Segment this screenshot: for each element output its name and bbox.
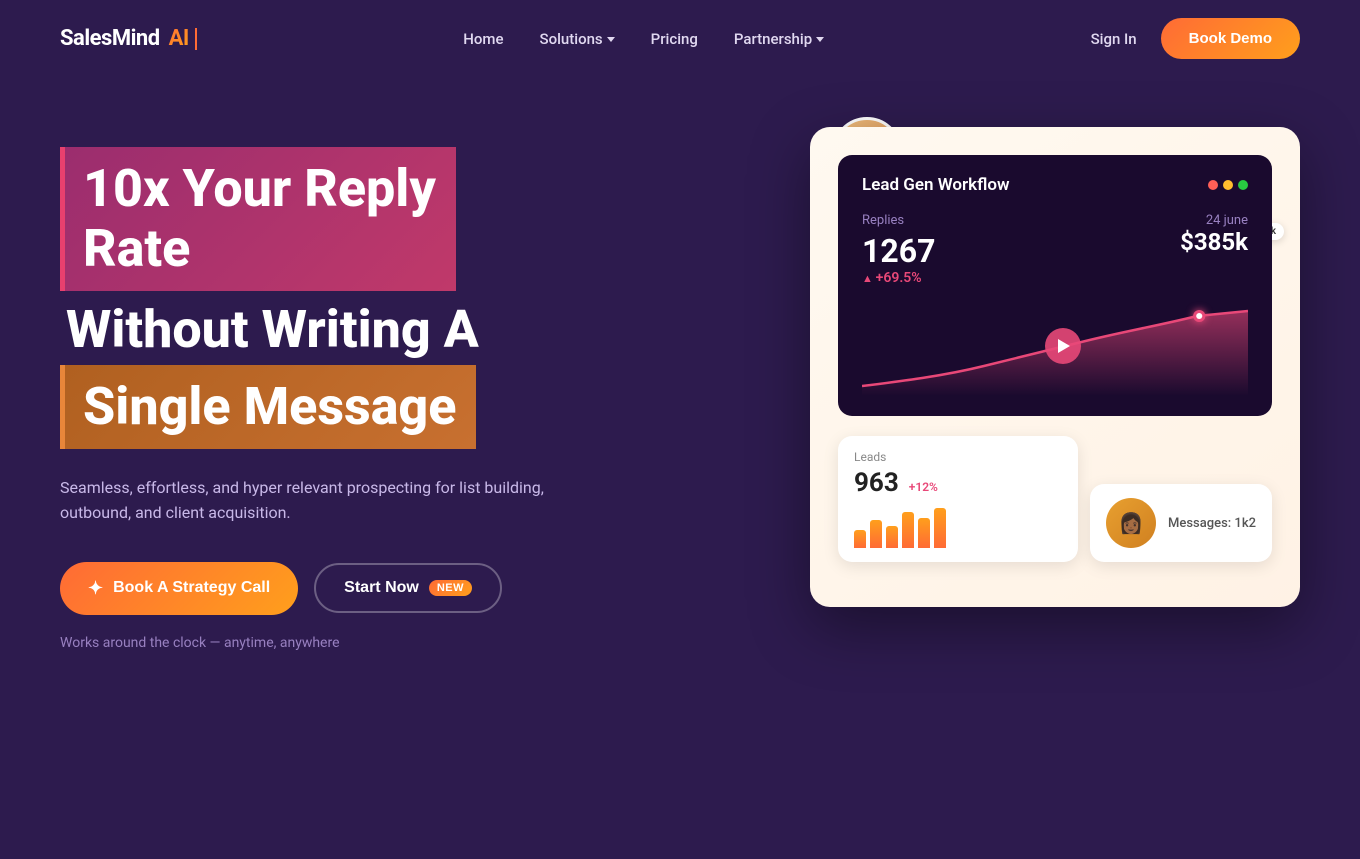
workflow-dots xyxy=(1208,180,1248,190)
mini-bar-6 xyxy=(934,508,946,548)
logo-ai: AI xyxy=(164,26,189,51)
messages-label: Messages: 1k2 xyxy=(1168,516,1256,531)
nav-partnership[interactable]: Partnership xyxy=(734,30,824,48)
dot-yellow-icon xyxy=(1223,180,1233,190)
leads-mini-count-row: 963 +12% xyxy=(854,468,1062,498)
book-demo-button[interactable]: Book Demo xyxy=(1161,18,1300,59)
leads-mini-label: Leads xyxy=(854,450,1062,464)
hero-subtitle: Seamless, effortless, and hyper relevant… xyxy=(60,475,560,526)
start-now-button[interactable]: Start Now NEW xyxy=(314,563,502,613)
logo-bar-icon xyxy=(195,28,197,50)
dashboard-card: 👩‍💼 Pipeline: $120k Lead Gen Workflow Re… xyxy=(810,127,1300,607)
amount: $385k xyxy=(1180,228,1248,256)
nav-pricing[interactable]: Pricing xyxy=(651,30,698,48)
nav-links: Home Solutions Pricing Partnership xyxy=(463,29,824,48)
chart-end-dot-inner xyxy=(1196,313,1202,319)
date-col: 24 june $385k xyxy=(1180,213,1248,256)
mini-bar-5 xyxy=(918,518,930,548)
nav-home[interactable]: Home xyxy=(463,30,503,48)
hero-left: 10x Your Reply Rate Without Writing A Si… xyxy=(60,127,700,651)
play-button[interactable] xyxy=(1045,328,1081,364)
hero-note: Works around the clock — anytime, anywhe… xyxy=(60,635,700,651)
replies-row: Replies 1267 +69.5% 24 june $385k xyxy=(862,213,1248,286)
workflow-header: Lead Gen Workflow xyxy=(862,175,1248,195)
sign-in-link[interactable]: Sign In xyxy=(1091,30,1137,48)
nav-solutions[interactable]: Solutions xyxy=(540,30,615,48)
workflow-card: Lead Gen Workflow Replies 1267 +69.5% 2 xyxy=(838,155,1272,416)
headline-line1: 10x Your Reply Rate xyxy=(60,147,456,291)
book-strategy-button[interactable]: ✦ Book A Strategy Call xyxy=(60,562,298,615)
sparkle-icon: ✦ xyxy=(88,578,103,599)
leads-mini-count: 963 xyxy=(854,468,899,498)
hero-section: 10x Your Reply Rate Without Writing A Si… xyxy=(0,77,1360,691)
headline-line2: Without Writing A xyxy=(60,295,700,365)
mini-bar-1 xyxy=(854,530,866,548)
play-icon xyxy=(1058,339,1070,353)
mini-bar-2 xyxy=(870,520,882,548)
logo[interactable]: SalesMind AI xyxy=(60,26,197,51)
replies-count: 1267 xyxy=(862,232,935,270)
mini-bars xyxy=(854,508,1062,548)
logo-text: SalesMind xyxy=(60,26,160,51)
hero-right: 👩 Leads: 487 👩‍💼 Pipeline: $120k Lead Ge… xyxy=(810,127,1300,647)
mini-bar-3 xyxy=(886,526,898,548)
navbar: SalesMind AI Home Solutions Pricing Part… xyxy=(0,0,1360,77)
messages-card: 👩🏾 Messages: 1k2 xyxy=(1090,484,1272,562)
hero-buttons: ✦ Book A Strategy Call Start Now NEW xyxy=(60,562,700,615)
replies-growth: +69.5% xyxy=(862,270,935,286)
dot-green-icon xyxy=(1238,180,1248,190)
leads-mini-growth: +12% xyxy=(909,480,938,494)
nav-right: Sign In Book Demo xyxy=(1091,18,1300,59)
chevron-down-icon xyxy=(607,37,615,42)
workflow-title: Lead Gen Workflow xyxy=(862,175,1010,195)
new-badge: NEW xyxy=(429,580,472,596)
messages-avatar: 👩🏾 xyxy=(1106,498,1156,548)
replies-label: Replies xyxy=(862,213,935,228)
replies-block: Replies 1267 +69.5% xyxy=(862,213,935,286)
leads-mini-card: Leads 963 +12% xyxy=(838,436,1078,562)
headline-line3: Single Message xyxy=(60,365,476,449)
chart-area xyxy=(862,296,1248,396)
chevron-down-icon xyxy=(816,37,824,42)
date-label: 24 june xyxy=(1180,213,1248,228)
mini-bar-4 xyxy=(902,512,914,548)
headline-block: 10x Your Reply Rate Without Writing A Si… xyxy=(60,147,700,469)
bottom-cards: Leads 963 +12% 👩🏾 xyxy=(838,436,1272,562)
dot-red-icon xyxy=(1208,180,1218,190)
